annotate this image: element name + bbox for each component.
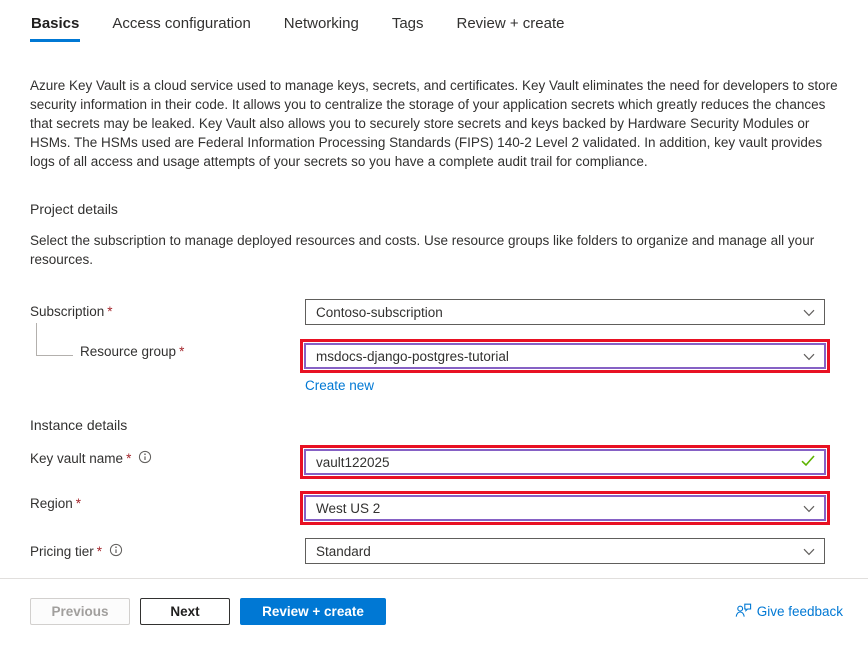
key-vault-name-input-wrap [304, 449, 826, 475]
project-details-form: Subscription* Contoso-subscription Resou… [30, 299, 843, 393]
next-button[interactable]: Next [140, 598, 230, 625]
subscription-value: Contoso-subscription [316, 305, 443, 320]
key-vault-name-highlight-box [300, 445, 830, 479]
region-row: Region* West US 2 [30, 491, 843, 525]
valid-check-icon [801, 455, 815, 470]
pricing-tier-value: Standard [316, 544, 371, 559]
resource-group-highlight-box: msdocs-django-postgres-tutorial [300, 339, 830, 373]
create-key-vault-basics-page: Basics Access configuration Networking T… [0, 0, 868, 656]
key-vault-name-label: Key vault name* [30, 445, 305, 467]
key-vault-description: Azure Key Vault is a cloud service used … [30, 76, 843, 171]
tab-tags[interactable]: Tags [391, 13, 425, 42]
required-asterisk: * [126, 451, 131, 466]
instance-details-form: Key vault name* Region* Wes [30, 445, 843, 564]
chevron-down-icon [803, 349, 815, 364]
key-vault-name-row: Key vault name* [30, 445, 843, 479]
feedback-icon [735, 603, 752, 621]
region-label: Region* [30, 491, 305, 511]
resource-group-label-text: Resource group [80, 344, 176, 359]
pricing-tier-label-text: Pricing tier [30, 544, 94, 559]
footer-divider [0, 578, 868, 579]
key-vault-name-label-text: Key vault name [30, 451, 123, 466]
chevron-down-icon [803, 544, 815, 559]
wizard-tabs: Basics Access configuration Networking T… [30, 0, 843, 42]
subscription-resource-group-connector [36, 323, 73, 356]
tab-basics[interactable]: Basics [30, 13, 80, 42]
give-feedback-link[interactable]: Give feedback [735, 603, 843, 621]
info-icon[interactable] [138, 450, 152, 467]
region-label-text: Region [30, 496, 73, 511]
create-new-link[interactable]: Create new [305, 378, 374, 393]
wizard-footer: Previous Next Review + create Give feedb… [30, 598, 843, 625]
tab-review-create[interactable]: Review + create [456, 13, 566, 42]
project-details-heading: Project details [30, 201, 843, 217]
review-create-button[interactable]: Review + create [240, 598, 386, 625]
instance-details-heading: Instance details [30, 417, 843, 433]
pricing-tier-row: Pricing tier* Standard [30, 538, 843, 564]
required-asterisk: * [76, 496, 81, 511]
required-asterisk: * [107, 304, 112, 319]
chevron-down-icon [803, 305, 815, 320]
chevron-down-icon [803, 501, 815, 516]
subscription-row: Subscription* Contoso-subscription [30, 299, 843, 325]
tab-networking[interactable]: Networking [283, 13, 360, 42]
subscription-label-text: Subscription [30, 304, 104, 319]
info-icon[interactable] [109, 543, 123, 560]
required-asterisk: * [179, 344, 184, 359]
project-details-description: Select the subscription to manage deploy… [30, 231, 843, 269]
feedback-label: Give feedback [757, 604, 843, 619]
resource-group-row: Resource group* msdocs-django-postgres-t… [30, 339, 843, 393]
tab-access-configuration[interactable]: Access configuration [111, 13, 251, 42]
subscription-dropdown[interactable]: Contoso-subscription [305, 299, 825, 325]
key-vault-name-input[interactable] [316, 451, 801, 473]
region-dropdown[interactable]: West US 2 [304, 495, 826, 521]
resource-group-value: msdocs-django-postgres-tutorial [316, 349, 509, 364]
region-value: West US 2 [316, 501, 380, 516]
pricing-tier-label: Pricing tier* [30, 538, 305, 560]
subscription-label: Subscription* [30, 299, 305, 319]
previous-button[interactable]: Previous [30, 598, 130, 625]
pricing-tier-dropdown[interactable]: Standard [305, 538, 825, 564]
resource-group-dropdown[interactable]: msdocs-django-postgres-tutorial [304, 343, 826, 369]
region-highlight-box: West US 2 [300, 491, 830, 525]
required-asterisk: * [97, 544, 102, 559]
